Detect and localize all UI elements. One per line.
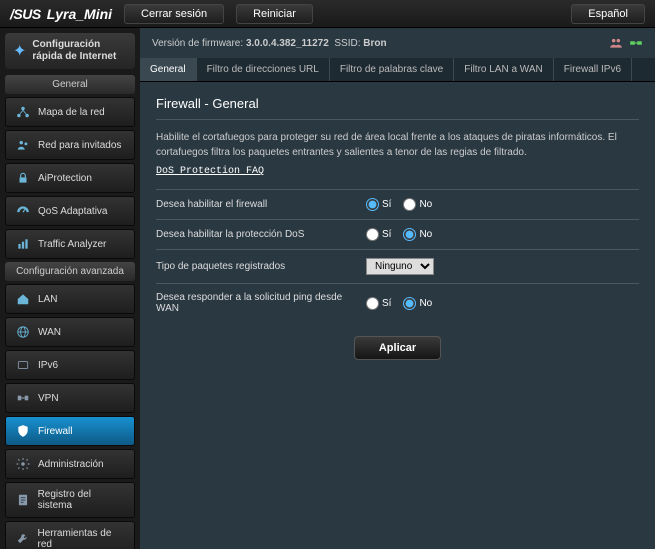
ssid-value: Bron [363, 38, 386, 49]
network-map-icon [14, 104, 32, 120]
logout-button[interactable]: Cerrar sesión [124, 4, 224, 24]
tab-ipv6-firewall[interactable]: Firewall IPv6 [554, 58, 632, 81]
label-ping-wan: Desea responder a la solicitud ping desd… [156, 292, 366, 314]
ssid-label: SSID: [334, 38, 360, 49]
nav-aiprotection[interactable]: AiProtection [5, 163, 135, 193]
nav-nettools[interactable]: Herramientas de red [5, 521, 135, 549]
status-bar: Versión de firmware: 3.0.0.4.382_11272 S… [140, 28, 655, 58]
lock-icon [14, 170, 32, 186]
nav-label: IPv6 [38, 360, 58, 371]
nav-network-map[interactable]: Mapa de la red [5, 97, 135, 127]
globe-icon [14, 324, 32, 340]
ipv6-icon [14, 357, 32, 373]
label-enable-firewall: Desea habilitar el firewall [156, 199, 366, 210]
tab-bar: General Filtro de direcciones URL Filtro… [140, 58, 655, 82]
tab-keyword-filter[interactable]: Filtro de palabras clave [330, 58, 454, 81]
nav-label: Administración [38, 459, 104, 470]
packet-type-select[interactable]: Ninguno [366, 258, 434, 275]
tools-icon [14, 531, 31, 547]
nav-wan[interactable]: WAN [5, 317, 135, 347]
section-advanced-header: Configuración avanzada [5, 262, 135, 281]
nav-vpn[interactable]: VPN [5, 383, 135, 413]
apply-button[interactable]: Aplicar [354, 336, 441, 360]
page-description: Habilite el cortafuegos para proteger su… [156, 130, 639, 160]
vpn-icon [14, 390, 32, 406]
label-enable-dos: Desea habilitar la protección DoS [156, 229, 366, 240]
row-ping-wan: Desea responder a la solicitud ping desd… [156, 283, 639, 322]
tab-general[interactable]: General [140, 58, 197, 81]
shield-icon [14, 423, 32, 439]
radio-ping-no[interactable]: No [403, 297, 432, 310]
tab-lan-wan-filter[interactable]: Filtro LAN a WAN [454, 58, 554, 81]
fw-value: 3.0.0.4.382_11272 [246, 38, 329, 49]
page-title: Firewall - General [156, 96, 639, 120]
brand-logo: /SUS [10, 6, 41, 22]
reboot-button[interactable]: Reiniciar [236, 4, 313, 24]
nav-label: WAN [38, 327, 61, 338]
main-content: Versión de firmware: 3.0.0.4.382_11272 S… [140, 28, 655, 549]
nav-label: Registro del sistema [38, 489, 126, 511]
nav-label: Herramientas de red [37, 528, 126, 549]
radio-ping-yes[interactable]: Sí [366, 297, 391, 310]
language-button[interactable]: Español [571, 4, 645, 24]
header-bar: /SUS Lyra_Mini Cerrar sesión Reiniciar E… [0, 0, 655, 28]
row-enable-dos: Desea habilitar la protección DoS Sí No [156, 219, 639, 249]
faq-link[interactable]: DoS Protection FAQ [156, 166, 264, 177]
nav-label: QoS Adaptativa [38, 206, 108, 217]
fw-label: Versión de firmware: [152, 38, 243, 49]
sidebar: ✦ Configuración rápida de Internet Gener… [0, 28, 140, 549]
nav-label: Firewall [38, 426, 72, 437]
tab-url-filter[interactable]: Filtro de direcciones URL [197, 58, 330, 81]
nav-label: Red para invitados [38, 140, 121, 151]
radio-firewall-no[interactable]: No [403, 198, 432, 211]
nav-traffic[interactable]: Traffic Analyzer [5, 229, 135, 259]
nav-firewall[interactable]: Firewall [5, 416, 135, 446]
nav-label: Traffic Analyzer [38, 239, 106, 250]
radio-dos-yes[interactable]: Sí [366, 228, 391, 241]
wand-icon: ✦ [13, 41, 26, 61]
quick-setup-button[interactable]: ✦ Configuración rápida de Internet [5, 33, 135, 69]
product-name: Lyra_Mini [47, 6, 112, 22]
nav-syslog[interactable]: Registro del sistema [5, 482, 135, 518]
gauge-icon [14, 203, 32, 219]
house-icon [14, 291, 32, 307]
log-icon [14, 492, 32, 508]
row-enable-firewall: Desea habilitar el firewall Sí No [156, 189, 639, 219]
nav-label: LAN [38, 294, 57, 305]
radio-firewall-yes[interactable]: Sí [366, 198, 391, 211]
guest-icon [14, 137, 32, 153]
nav-admin[interactable]: Administración [5, 449, 135, 479]
nav-guest-network[interactable]: Red para invitados [5, 130, 135, 160]
nav-lan[interactable]: LAN [5, 284, 135, 314]
section-general-header: General [5, 75, 135, 94]
nav-qos[interactable]: QoS Adaptativa [5, 196, 135, 226]
clients-icon[interactable] [609, 36, 623, 50]
nav-label: AiProtection [38, 173, 92, 184]
gear-icon [14, 456, 32, 472]
nav-ipv6[interactable]: IPv6 [5, 350, 135, 380]
radio-dos-no[interactable]: No [403, 228, 432, 241]
nav-label: VPN [38, 393, 59, 404]
row-packet-type: Tipo de paquetes registrados Ninguno [156, 249, 639, 283]
chart-icon [14, 236, 32, 252]
nav-label: Mapa de la red [38, 107, 105, 118]
internet-status-icon[interactable] [629, 36, 643, 50]
label-packet-type: Tipo de paquetes registrados [156, 261, 366, 272]
quick-setup-label: Configuración rápida de Internet [32, 39, 127, 63]
